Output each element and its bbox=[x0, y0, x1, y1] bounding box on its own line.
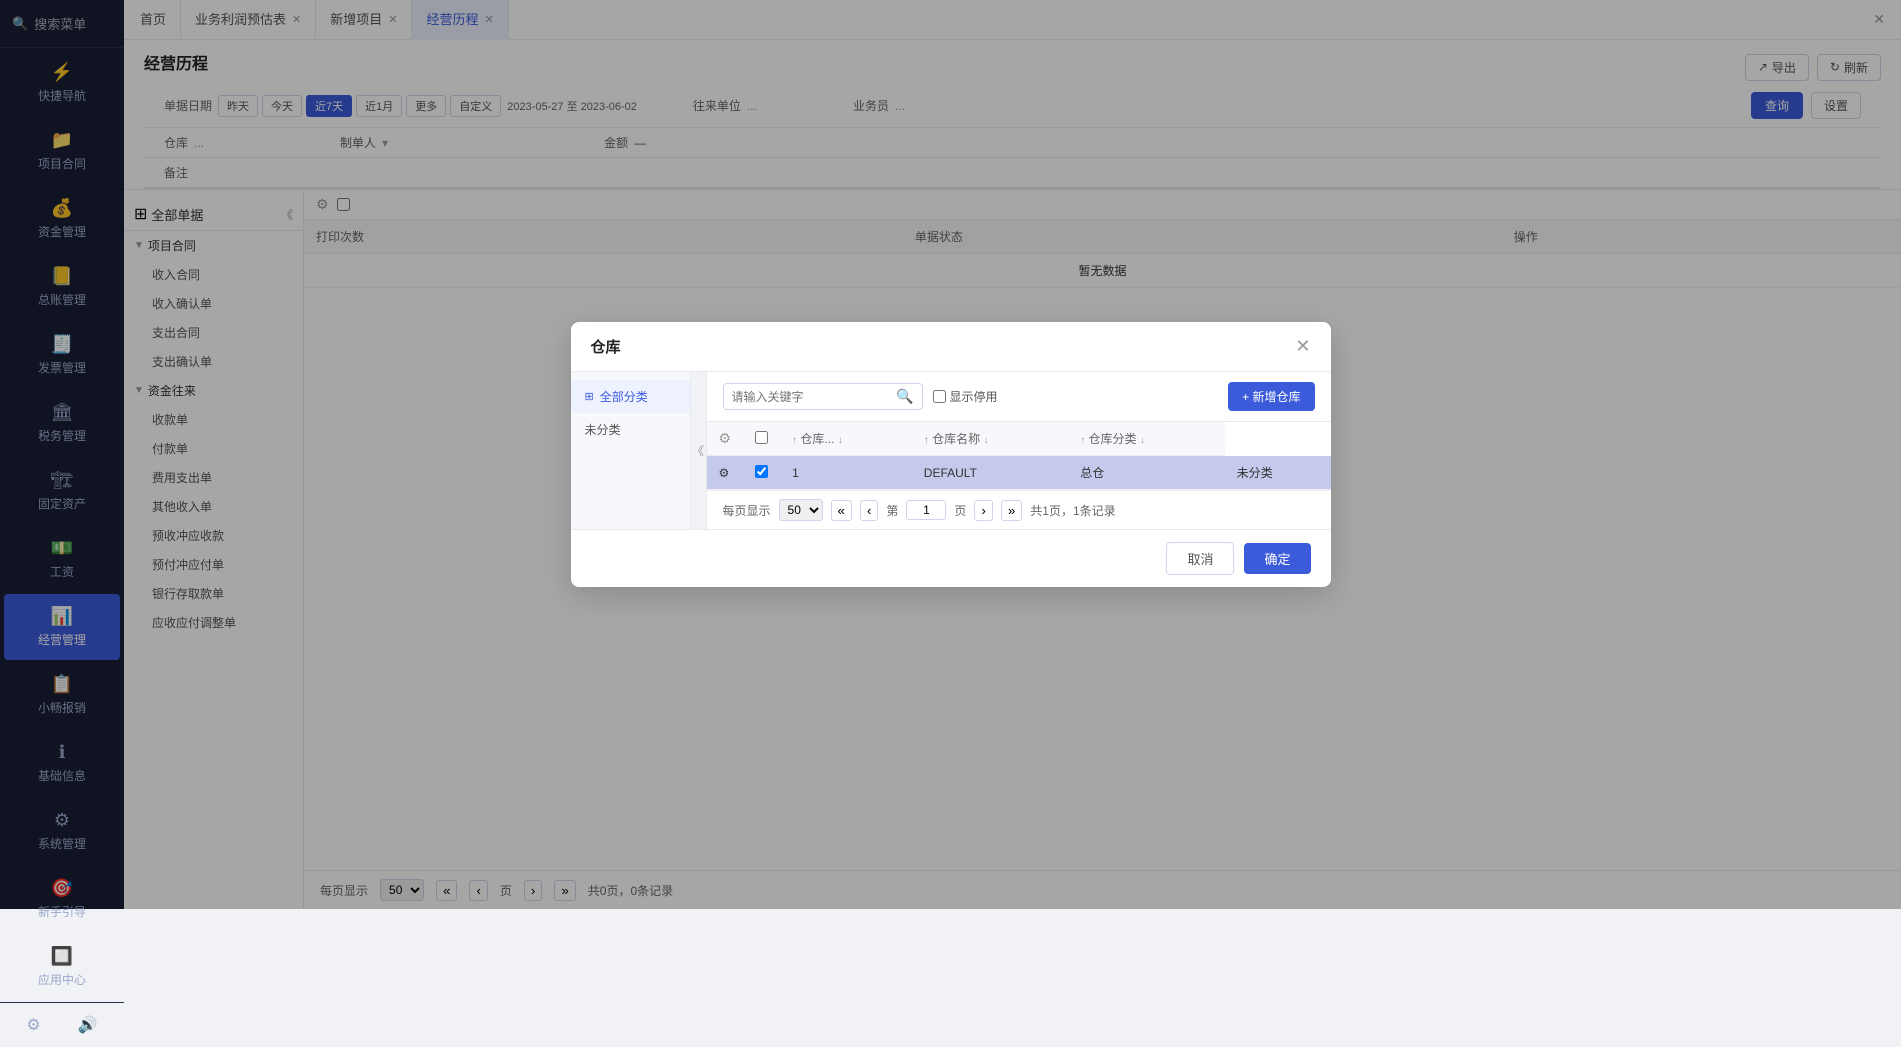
modal-toolbar: 🔍 显示停用 + 新增仓库 bbox=[707, 372, 1331, 422]
show-disabled-text: 显示停用 bbox=[950, 388, 998, 405]
col-gear: ⚙ bbox=[707, 422, 744, 456]
cancel-button[interactable]: 取消 bbox=[1166, 542, 1234, 575]
modal-page-label: 第 bbox=[886, 502, 898, 519]
col-code-sort-asc[interactable]: ↑ bbox=[792, 435, 797, 446]
col-cat-sort-asc[interactable]: ↑ bbox=[1080, 435, 1085, 446]
volume-icon[interactable]: 🔊 bbox=[78, 1015, 98, 1035]
grid-icon: ⊞ bbox=[585, 390, 594, 403]
sidebar-item-app-center[interactable]: 🔲 应用中心 bbox=[4, 934, 120, 1000]
modal-total-label: 共1页，1条记录 bbox=[1030, 502, 1115, 519]
modal-left-panel: ⊞ 全部分类 未分类 bbox=[571, 372, 691, 529]
modal-page-input[interactable] bbox=[906, 500, 946, 520]
modal-collapse-handle[interactable]: 《 bbox=[691, 372, 707, 529]
modal-next-page[interactable]: › bbox=[974, 500, 992, 521]
modal-left-all-label: 全部分类 bbox=[600, 388, 648, 405]
modal-page-suffix: 页 bbox=[954, 502, 966, 519]
row-category-0: 未分类 bbox=[1225, 456, 1331, 490]
modal-pagination: 每页显示 50 « ‹ 第 页 › » 共1页，1条记录 bbox=[707, 490, 1331, 529]
col-gear-icon[interactable]: ⚙ bbox=[719, 430, 732, 446]
modal-page-size-select[interactable]: 50 bbox=[779, 499, 823, 521]
modal-left-uncategorized[interactable]: 未分类 bbox=[571, 413, 690, 446]
show-disabled-label[interactable]: 显示停用 bbox=[933, 388, 998, 405]
modal-search-input[interactable] bbox=[732, 390, 891, 404]
col-cat-sort-desc[interactable]: ↓ bbox=[1140, 435, 1145, 446]
modal-right-panel: 🔍 显示停用 + 新增仓库 ⚙ bbox=[707, 372, 1331, 529]
row-code-0: DEFAULT bbox=[912, 456, 1068, 490]
row-seq-0: 1 bbox=[780, 456, 912, 490]
col-warehouse-code: ↑ 仓库... ↓ bbox=[780, 422, 912, 456]
modal-title: 仓库 bbox=[591, 336, 621, 357]
col-warehouse-category: ↑ 仓库分类 ↓ bbox=[1068, 422, 1224, 456]
col-check bbox=[743, 422, 780, 456]
modal-left-uncat-label: 未分类 bbox=[585, 421, 621, 438]
row-check-0[interactable] bbox=[743, 456, 780, 490]
row-gear-icon-0: ⚙ bbox=[719, 466, 730, 480]
modal-last-page[interactable]: » bbox=[1001, 500, 1022, 521]
sidebar-label-app-center: 应用中心 bbox=[38, 971, 86, 988]
add-warehouse-button[interactable]: + 新增仓库 bbox=[1228, 382, 1314, 411]
modal-close-button[interactable]: ✕ bbox=[1295, 336, 1310, 357]
col-name-sort-asc[interactable]: ↑ bbox=[924, 435, 929, 446]
modal-header: 仓库 ✕ bbox=[571, 322, 1331, 372]
modal-table-row-0[interactable]: ⚙ 1 DEFAULT 总仓 未分类 bbox=[707, 456, 1331, 490]
row-gear-0[interactable]: ⚙ bbox=[707, 456, 744, 490]
confirm-button[interactable]: 确定 bbox=[1244, 543, 1310, 574]
app-center-icon: 🔲 bbox=[51, 946, 73, 967]
row-name-0: 总仓 bbox=[1068, 456, 1224, 490]
modal-body: ⊞ 全部分类 未分类 《 🔍 bbox=[571, 372, 1331, 529]
col-code-sort-desc[interactable]: ↓ bbox=[838, 435, 843, 446]
warehouse-modal: 仓库 ✕ ⊞ 全部分类 未分类 《 bbox=[571, 322, 1331, 587]
settings-icon[interactable]: ⚙ bbox=[26, 1015, 40, 1035]
modal-page-size-label: 每页显示 bbox=[723, 502, 771, 519]
modal-overlay: 仓库 ✕ ⊞ 全部分类 未分类 《 bbox=[0, 0, 1901, 909]
modal-select-all[interactable] bbox=[755, 431, 768, 444]
row-checkbox-0[interactable] bbox=[755, 465, 768, 478]
modal-search-box: 🔍 bbox=[723, 383, 923, 410]
modal-first-page[interactable]: « bbox=[831, 500, 852, 521]
modal-left-all[interactable]: ⊞ 全部分类 bbox=[571, 380, 690, 413]
modal-search-icon: 🔍 bbox=[896, 388, 913, 405]
modal-table: ⚙ ↑ 仓库... ↓ bbox=[707, 422, 1331, 490]
modal-table-wrap: ⚙ ↑ 仓库... ↓ bbox=[707, 422, 1331, 490]
col-warehouse-name: ↑ 仓库名称 ↓ bbox=[912, 422, 1068, 456]
sidebar-bottom: ⚙ 🔊 bbox=[0, 1002, 124, 1047]
col-name-sort-desc[interactable]: ↓ bbox=[983, 435, 988, 446]
modal-footer: 取消 确定 bbox=[571, 529, 1331, 587]
collapse-icon: 《 bbox=[692, 442, 704, 459]
modal-prev-page[interactable]: ‹ bbox=[860, 500, 878, 521]
show-disabled-checkbox[interactable] bbox=[933, 390, 946, 403]
